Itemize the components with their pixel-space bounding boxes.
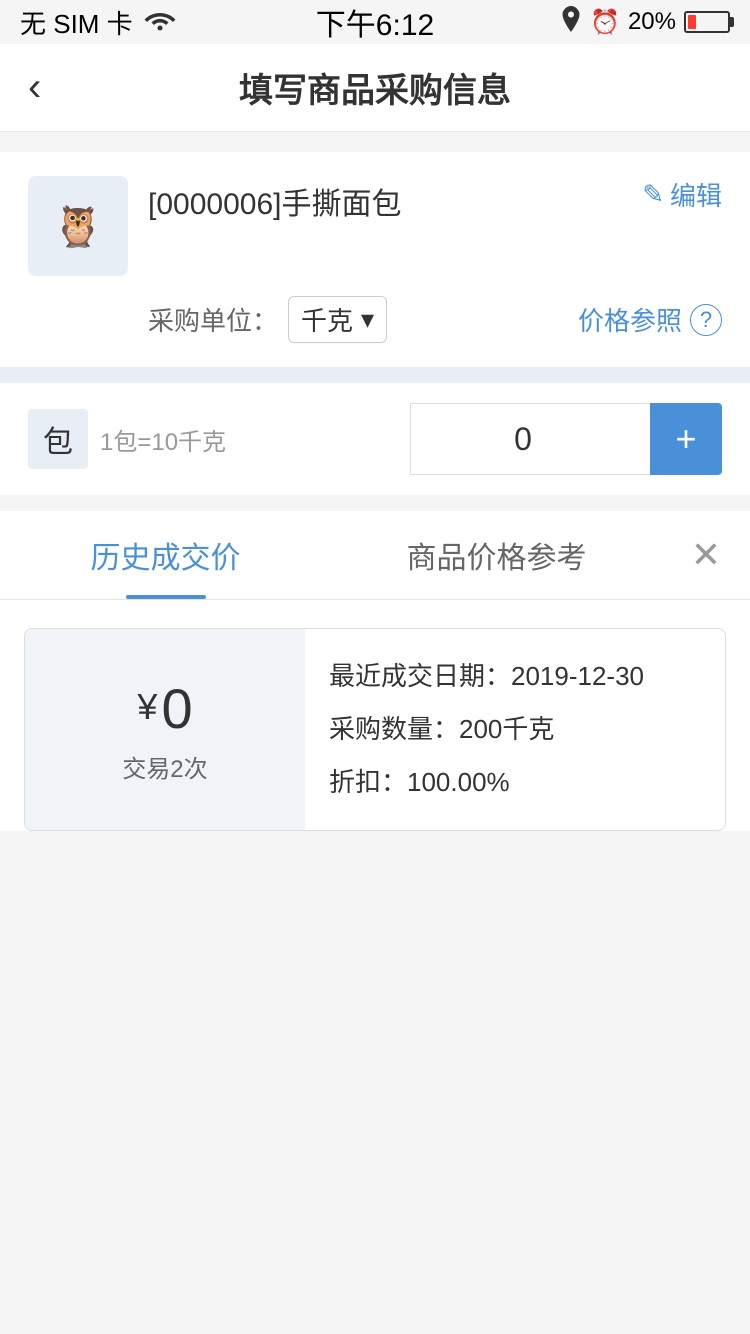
tabs-header: 历史成交价 商品价格参考 ✕: [0, 511, 750, 600]
purchase-qty-row: 采购数量：200千克: [329, 710, 701, 749]
price-ref-button[interactable]: 价格参照 ?: [578, 301, 722, 338]
battery-icon: [684, 11, 730, 33]
tab-price-reference[interactable]: 商品价格参考: [331, 511, 662, 599]
price-ref-label: 价格参照: [578, 301, 682, 338]
tab-reference-label: 商品价格参考: [407, 533, 587, 577]
history-card: ¥ 0 交易2次 最近成交日期：2019-12-30 采购数量：200千克 折扣…: [24, 628, 726, 831]
quantity-unit: 包 1包=10千克: [28, 409, 226, 469]
increment-button[interactable]: +: [650, 403, 722, 475]
price-display: ¥ 0: [137, 676, 192, 741]
section-divider: [0, 367, 750, 383]
tab-active-indicator: [126, 595, 206, 599]
currency-symbol: ¥: [137, 686, 157, 728]
recent-date-label: 最近成交日期：: [329, 661, 511, 691]
close-tab-button[interactable]: ✕: [662, 511, 750, 599]
quantity-row: 包 1包=10千克 +: [0, 383, 750, 495]
battery-text: 20%: [628, 8, 676, 36]
unit-value: 千克: [301, 301, 353, 338]
product-logo-icon: 🦉: [53, 203, 103, 250]
alarm-icon: ⏰: [590, 8, 620, 37]
unit-select[interactable]: 千克 ▾: [288, 296, 387, 343]
edit-label: 编辑: [670, 176, 722, 213]
status-left: 无 SIM 卡: [20, 4, 177, 41]
status-time: 下午6:12: [316, 0, 434, 44]
recent-date-row: 最近成交日期：2019-12-30: [329, 657, 701, 696]
product-name: [0000006]手撕面包: [148, 176, 401, 226]
history-details-panel: 最近成交日期：2019-12-30 采购数量：200千克 折扣：100.00%: [305, 629, 725, 830]
page-title: 填写商品采购信息: [239, 63, 511, 112]
trade-count: 交易2次: [122, 749, 207, 784]
product-card: 🦉 [0000006]手撕面包 ✎ 编辑 采购单位： 千克 ▾ 价格参照 ?: [0, 152, 750, 367]
location-icon: [560, 6, 582, 39]
history-price-panel: ¥ 0 交易2次: [25, 629, 305, 830]
product-thumbnail: 🦉: [28, 176, 128, 276]
recent-date-value: 2019-12-30: [511, 661, 644, 691]
unit-conversion: 1包=10千克: [100, 422, 226, 457]
discount-value: 100.00%: [407, 767, 510, 797]
dropdown-icon: ▾: [361, 304, 374, 335]
purchase-qty-value: 200千克: [459, 714, 554, 744]
purchase-unit-row: 采购单位： 千克 ▾ 价格参照 ?: [148, 296, 722, 343]
quantity-input-area: +: [410, 403, 722, 475]
purchase-unit-label: 采购单位：: [148, 301, 278, 338]
tab-history-price[interactable]: 历史成交价: [0, 511, 331, 599]
tabs-section: 历史成交价 商品价格参考 ✕ ¥ 0 交易2次 最近成交日期：2019-12-3…: [0, 511, 750, 831]
unit-box: 包: [28, 409, 88, 469]
price-ref-help-icon: ?: [690, 304, 722, 336]
discount-row: 折扣：100.00%: [329, 763, 701, 802]
wifi-icon: [143, 7, 177, 38]
product-info: 🦉 [0000006]手撕面包: [28, 176, 642, 276]
edit-button[interactable]: ✎ 编辑: [642, 176, 722, 213]
edit-icon: ✎: [642, 179, 664, 210]
status-right: ⏰ 20%: [560, 6, 730, 39]
nav-bar: ‹ 填写商品采购信息: [0, 44, 750, 132]
quantity-input[interactable]: [410, 403, 650, 475]
status-bar: 无 SIM 卡 下午6:12 ⏰ 20%: [0, 0, 750, 44]
carrier-text: 无 SIM 卡: [20, 4, 133, 41]
purchase-qty-label: 采购数量：: [329, 714, 459, 744]
product-header: 🦉 [0000006]手撕面包 ✎ 编辑: [28, 176, 722, 276]
tab-history-label: 历史成交价: [91, 533, 241, 577]
discount-label: 折扣：: [329, 767, 407, 797]
back-button[interactable]: ‹: [28, 65, 41, 110]
price-value: 0: [161, 676, 192, 741]
